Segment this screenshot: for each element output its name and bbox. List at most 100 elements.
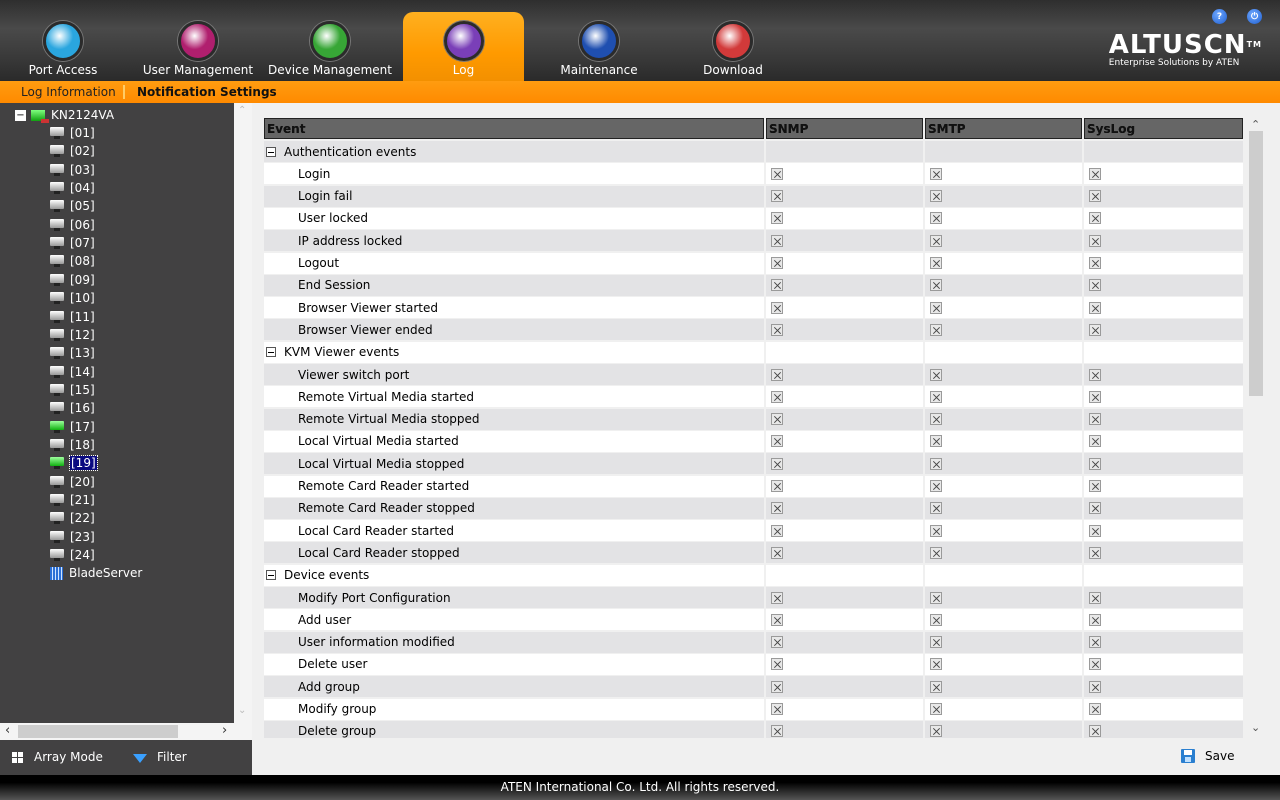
tree-port-node[interactable]: [13] [50,344,95,362]
save-button[interactable]: Save [1181,749,1234,763]
smtp-checkbox[interactable] [930,390,942,403]
smtp-checkbox[interactable] [930,435,942,448]
tree-blade-server-node[interactable]: BladeServer [50,564,142,582]
snmp-checkbox[interactable] [771,167,783,180]
tree-port-node[interactable]: [24] [50,546,95,564]
snmp-checkbox[interactable] [771,190,783,203]
smtp-checkbox[interactable] [930,480,942,492]
syslog-checkbox[interactable] [1089,591,1101,604]
logout-icon[interactable]: ⏻ [1247,9,1262,24]
horizontal-scroll-thumb[interactable] [18,725,178,738]
tree-port-node[interactable]: [21] [50,491,95,509]
nav-tab-user-management[interactable]: User Management [133,12,263,81]
tree-port-node[interactable]: [12] [50,326,95,344]
snmp-checkbox[interactable] [771,703,783,715]
snmp-checkbox[interactable] [771,368,783,381]
syslog-checkbox[interactable] [1089,502,1101,515]
snmp-checkbox[interactable] [771,524,783,537]
scroll-up-arrow-icon[interactable]: ⌃ [1251,118,1260,131]
syslog-checkbox[interactable] [1089,368,1101,381]
subnav-notification-settings[interactable]: Notification Settings [137,85,277,99]
column-header-syslog[interactable]: SysLog [1084,118,1243,139]
smtp-checkbox[interactable] [930,167,942,180]
tree-port-node[interactable]: [04] [50,179,95,197]
smtp-checkbox[interactable] [930,703,942,715]
syslog-checkbox[interactable] [1089,323,1101,336]
tree-port-node[interactable]: [05] [50,197,95,215]
snmp-checkbox[interactable] [771,390,783,403]
snmp-checkbox[interactable] [771,680,783,693]
syslog-checkbox[interactable] [1089,301,1101,314]
tree-port-node[interactable]: [08] [50,252,95,270]
collapse-group-icon[interactable] [266,146,276,157]
syslog-checkbox[interactable] [1089,167,1101,180]
smtp-checkbox[interactable] [930,323,942,336]
snmp-checkbox[interactable] [771,435,783,448]
snmp-checkbox[interactable] [771,413,783,426]
nav-tab-download[interactable]: Download [670,12,796,81]
tree-port-node[interactable]: [09] [50,271,95,289]
snmp-checkbox[interactable] [771,546,783,559]
grid-vertical-scrollbar[interactable]: ⌃ ⌄ [1248,118,1264,738]
snmp-checkbox[interactable] [771,212,783,225]
tree-port-node[interactable]: [20] [50,473,95,491]
tree-port-node[interactable]: [19] [50,454,98,472]
tree-horizontal-scrollbar[interactable]: ‹ › [0,723,252,740]
collapse-group-icon[interactable] [266,570,276,581]
tree-port-node[interactable]: [22] [50,509,95,527]
tree-port-node[interactable]: [16] [50,399,95,417]
tree-port-node[interactable]: [01] [50,124,95,142]
scroll-down-arrow-icon[interactable]: ⌄ [238,705,246,716]
column-header-smtp[interactable]: SMTP [925,118,1082,139]
column-header-event[interactable]: Event [264,118,764,139]
tree-root-node[interactable]: − KN2124VA [15,106,114,124]
nav-tab-log[interactable]: Log [403,12,524,81]
smtp-checkbox[interactable] [930,457,942,470]
snmp-checkbox[interactable] [771,480,783,492]
smtp-checkbox[interactable] [930,546,942,559]
tree-port-node[interactable]: [15] [50,381,95,399]
scroll-up-arrow-icon[interactable]: ⌃ [238,105,246,116]
tree-port-node[interactable]: [07] [50,234,95,252]
snmp-checkbox[interactable] [771,279,783,292]
smtp-checkbox[interactable] [930,413,942,426]
syslog-checkbox[interactable] [1089,279,1101,292]
syslog-checkbox[interactable] [1089,257,1101,269]
smtp-checkbox[interactable] [930,591,942,604]
syslog-checkbox[interactable] [1089,480,1101,492]
vertical-scroll-thumb[interactable] [1249,131,1263,396]
snmp-checkbox[interactable] [771,323,783,336]
column-header-snmp[interactable]: SNMP [766,118,923,139]
tree-port-node[interactable]: [03] [50,161,95,179]
syslog-checkbox[interactable] [1089,390,1101,403]
syslog-checkbox[interactable] [1089,524,1101,537]
snmp-checkbox[interactable] [771,457,783,470]
smtp-checkbox[interactable] [930,279,942,292]
smtp-checkbox[interactable] [930,190,942,203]
tree-port-node[interactable]: [06] [50,216,95,234]
smtp-checkbox[interactable] [930,725,942,738]
smtp-checkbox[interactable] [930,502,942,515]
filter-button[interactable]: Filter [133,750,187,764]
syslog-checkbox[interactable] [1089,546,1101,559]
array-mode-button[interactable]: Array Mode [12,750,103,764]
tree-port-node[interactable]: [11] [50,308,95,326]
tree-port-node[interactable]: [18] [50,436,95,454]
smtp-checkbox[interactable] [930,301,942,314]
tree-port-node[interactable]: [14] [50,363,95,381]
smtp-checkbox[interactable] [930,680,942,693]
snmp-checkbox[interactable] [771,725,783,738]
collapse-group-icon[interactable] [266,347,276,358]
syslog-checkbox[interactable] [1089,636,1101,649]
snmp-checkbox[interactable] [771,502,783,515]
smtp-checkbox[interactable] [930,257,942,269]
smtp-checkbox[interactable] [930,212,942,225]
tree-vertical-scrollbar[interactable]: ⌃ ⌄ [234,103,252,723]
syslog-checkbox[interactable] [1089,234,1101,247]
smtp-checkbox[interactable] [930,524,942,537]
scroll-right-arrow-icon[interactable]: › [222,723,227,738]
syslog-checkbox[interactable] [1089,725,1101,738]
scroll-down-arrow-icon[interactable]: ⌄ [1251,721,1260,734]
syslog-checkbox[interactable] [1089,212,1101,225]
syslog-checkbox[interactable] [1089,435,1101,448]
